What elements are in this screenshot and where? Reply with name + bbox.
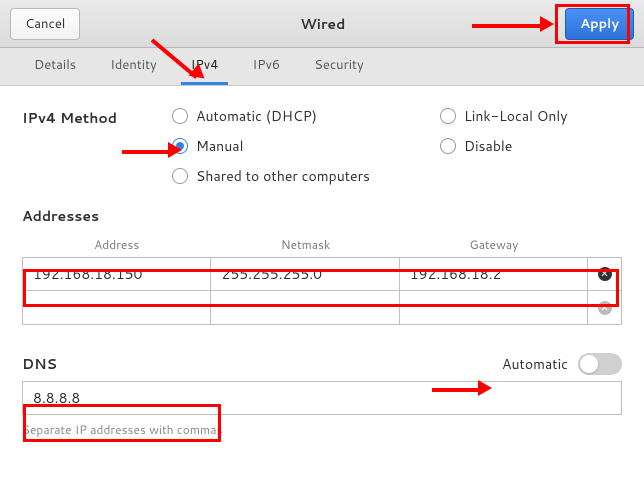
- addresses-table: Address Netmask Gateway ✕ ✕: [22, 232, 622, 325]
- gateway-input[interactable]: [400, 257, 588, 291]
- annotation-arrow: [472, 24, 542, 28]
- radio-manual-label: Manual: [196, 136, 243, 156]
- netmask-input[interactable]: [211, 291, 399, 325]
- dns-hint: Separate IP addresses with commas: [22, 421, 622, 438]
- delete-row-button[interactable]: ✕: [588, 291, 622, 325]
- window-title: Wired: [300, 14, 345, 34]
- radio-shared-label: Shared to other computers: [196, 166, 370, 186]
- addresses-label: Addresses: [22, 206, 622, 226]
- dns-automatic-switch[interactable]: [578, 353, 622, 375]
- radio-dhcp-label: Automatic (DHCP): [196, 106, 317, 126]
- tab-bar: Details Identity IPv4 IPv6 Security: [0, 48, 644, 86]
- radio-disable-label: Disable: [464, 136, 512, 156]
- tab-details[interactable]: Details: [24, 48, 86, 85]
- radio-manual[interactable]: Manual: [172, 136, 370, 156]
- address-row: ✕: [22, 257, 622, 291]
- cancel-button[interactable]: Cancel: [10, 8, 80, 40]
- delete-row-button[interactable]: ✕: [588, 257, 622, 291]
- dns-automatic-label: Automatic: [502, 354, 568, 374]
- netmask-input[interactable]: [211, 257, 399, 291]
- address-input[interactable]: [22, 257, 211, 291]
- radio-disable[interactable]: Disable: [440, 136, 568, 156]
- apply-button[interactable]: Apply: [565, 8, 634, 40]
- annotation-arrow: [122, 150, 170, 154]
- annotation-arrowhead: [478, 380, 492, 396]
- dns-input[interactable]: [22, 381, 622, 415]
- radio-shared[interactable]: Shared to other computers: [172, 166, 370, 186]
- radio-linklocal[interactable]: Link-Local Only: [440, 106, 568, 126]
- annotation-arrowhead: [168, 142, 182, 158]
- close-icon: ✕: [598, 301, 612, 315]
- gateway-input[interactable]: [400, 291, 588, 325]
- col-netmask: Netmask: [211, 232, 399, 257]
- annotation-arrow: [432, 388, 480, 392]
- tab-ipv6[interactable]: IPv6: [242, 48, 290, 85]
- address-input[interactable]: [22, 291, 211, 325]
- radio-linklocal-label: Link-Local Only: [464, 106, 568, 126]
- tab-security[interactable]: Security: [304, 48, 374, 85]
- annotation-arrowhead: [540, 16, 554, 32]
- close-icon: ✕: [598, 267, 612, 281]
- col-gateway: Gateway: [400, 232, 588, 257]
- col-address: Address: [22, 232, 211, 257]
- tab-ipv4[interactable]: IPv4: [181, 48, 229, 85]
- radio-dhcp[interactable]: Automatic (DHCP): [172, 106, 370, 126]
- address-row: ✕: [22, 291, 622, 325]
- ipv4-method-label: IPv4 Method: [22, 106, 172, 186]
- dns-label: DNS: [22, 354, 57, 374]
- tab-identity[interactable]: Identity: [100, 48, 167, 85]
